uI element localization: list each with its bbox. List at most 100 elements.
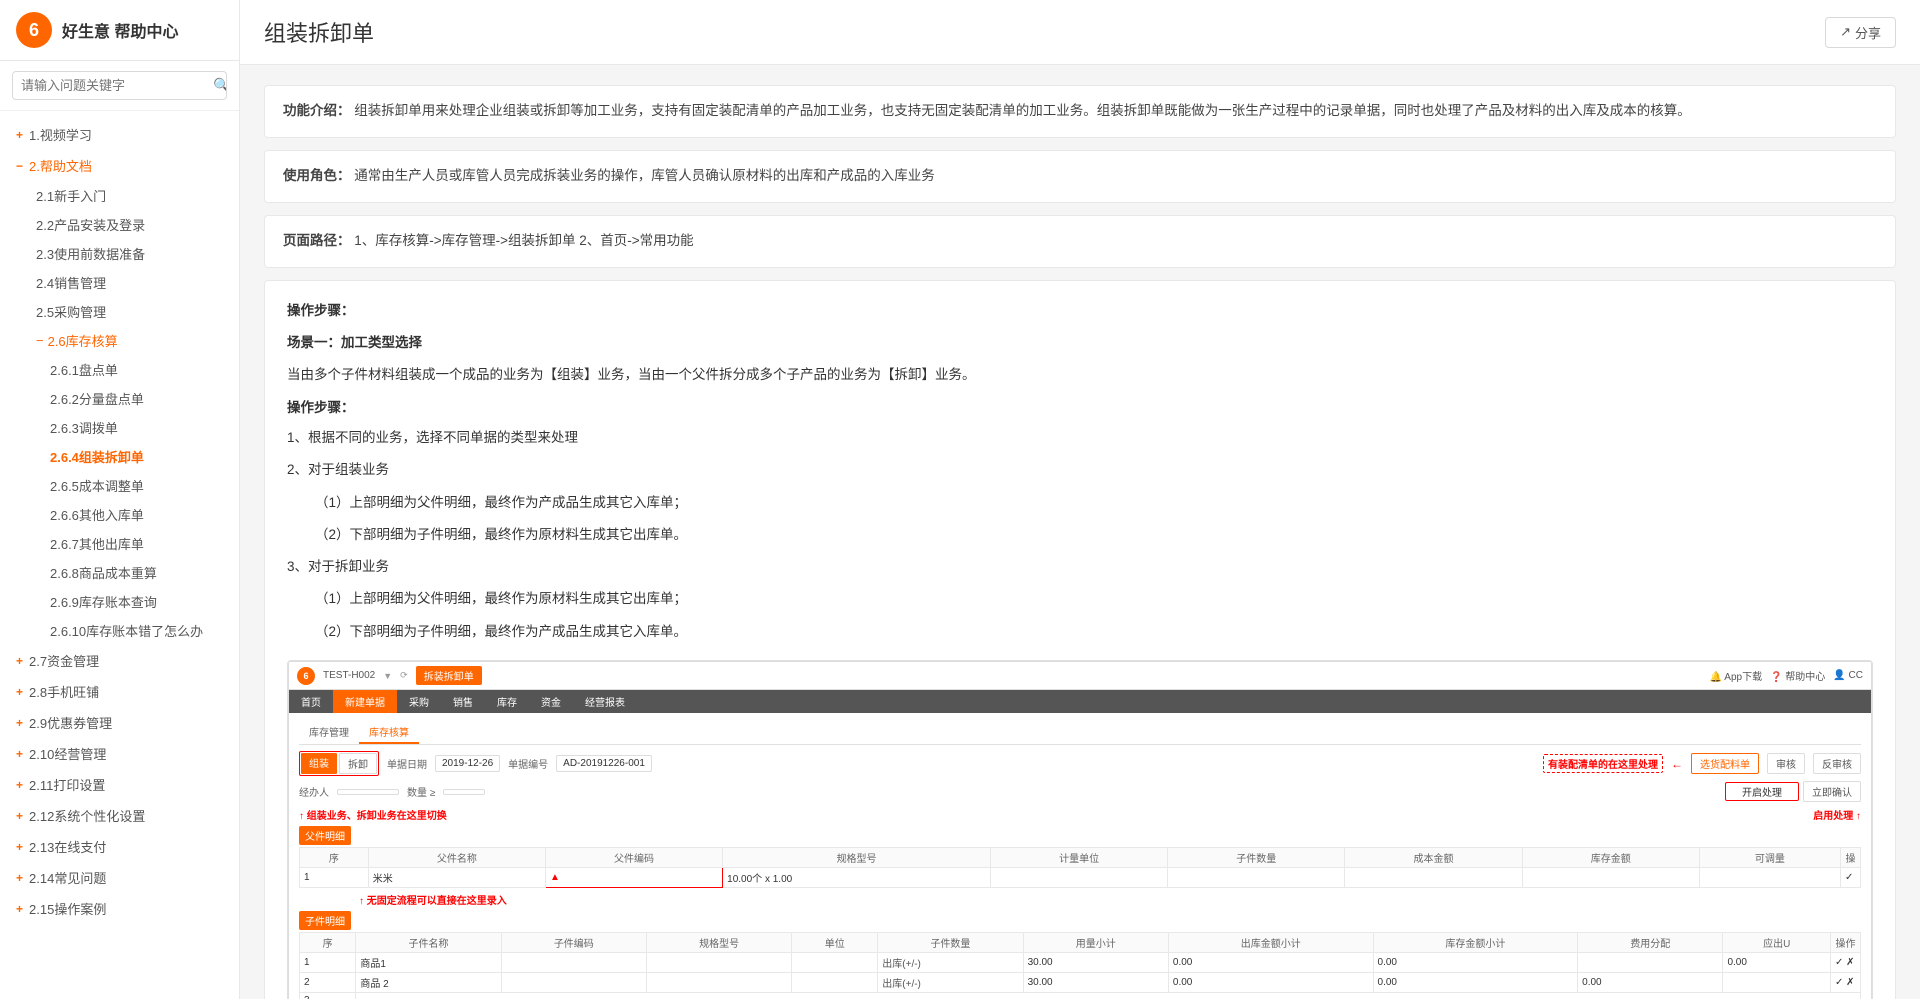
sidebar-item-2-14[interactable]: + 2.14常见问题 [0,862,239,893]
sidebar-item-2-6-9[interactable]: 2.6.9库存账本查询 [0,587,239,616]
screenshot-ch-r1-spec [646,953,791,973]
scene1-desc: 当由多个子件材料组装成一个成品的业务为【组装】业务，当由一个父件拆分成多个子产品… [287,363,1873,387]
brand-name: 好生意 帮助中心 [62,18,178,42]
screenshot-annotation1: 有装配清单的在这里处理 [1543,754,1663,773]
screenshot-form-area: 库存管理 库存核算 组装 拆卸 单据日期 2019-12-26 [289,713,1871,999]
screenshot-ch-r1-al [1578,953,1723,973]
sidebar-item-2-3[interactable]: 2.3使用前数据准备 [0,239,239,268]
screenshot-select-btn: 选货配料单 [1691,753,1759,774]
screenshot-nav-stock: 库存 [485,690,529,713]
screenshot-ch-out-u: 应出U [1723,933,1831,953]
plus-icon: + [16,685,23,699]
step3: 3、对于拆卸业务 [287,555,1873,579]
path-box: 页面路径： 1、库存核算->库存管理->组装拆卸单 2、首页->常用功能 [264,215,1896,268]
screenshot-ch-r1-code [501,953,646,973]
sidebar-item-2-7[interactable]: + 2.7资金管理 [0,645,239,676]
screenshot-th-qty: 子件数量 [1168,848,1345,868]
screenshot-ch-alloc: 费用分配 [1578,933,1723,953]
sidebar-item-2-9[interactable]: + 2.9优惠券管理 [0,707,239,738]
search-input[interactable] [13,73,205,98]
sidebar-item-2-6[interactable]: − 2.6库存核算 [0,326,239,355]
sidebar-item-2-8[interactable]: + 2.8手机旺铺 [0,676,239,707]
sidebar-item-2-6-2[interactable]: 2.6.2分量盘点单 [0,384,239,413]
sidebar-item-2-4[interactable]: 2.4销售管理 [0,268,239,297]
screenshot-row-seq: 1 [300,868,369,888]
screenshot-row-parent-name: 米米 [368,868,545,888]
sidebar-item-2-13[interactable]: + 2.13在线支付 [0,831,239,862]
screenshot-ch-qty: 子件数量 [878,933,1023,953]
screenshot-row-spec: 10.00个 x 1.00 [723,868,991,888]
screenshot-annotation2-text: ↑ 组装业务、拆卸业务在这里切换 [299,807,447,822]
screenshot-th-parent-code: 父件编码 [545,848,722,868]
screenshot-confirm-btn: 立即确认 [1803,781,1861,802]
plus-icon: + [16,778,23,792]
screenshot-th-spec: 规格型号 [723,848,991,868]
step2: 2、对于组装业务 [287,458,1873,482]
nav-tree: + 1.视频学习 − 2.帮助文档 2.1新手入门 2.2产品安装及登录 2.3… [0,111,239,999]
screenshot-tab-accounting: 库存核算 [359,721,419,744]
minus-icon-2-6: − [36,333,44,348]
sidebar-item-2-2[interactable]: 2.2产品安装及登录 [0,210,239,239]
sidebar-item-docs[interactable]: − 2.帮助文档 [0,150,239,181]
sidebar-header: 6 好生意 帮助中心 [0,0,239,61]
screenshot-ch-r2-st: 30.00 [1023,973,1168,993]
screenshot-qty [443,789,485,795]
sidebar-item-2-10[interactable]: + 2.10经营管理 [0,738,239,769]
sidebar-item-2-15[interactable]: + 2.15操作案例 [0,893,239,924]
screenshot-nav-report: 经营报表 [573,690,637,713]
screenshot-type-selector: 组装 拆卸 [299,751,379,776]
content-body: 操作步骤： 场景一：加工类型选择 当由多个子件材料组装成一个成品的业务为【组装】… [264,280,1896,999]
screenshot-ch-r3-seq: 3 [300,993,356,999]
screenshot-nav-finance: 资金 [529,690,573,713]
screenshot-ch-r2-spec [646,973,791,993]
sidebar-item-2-6-6[interactable]: 2.6.6其他入库单 [0,500,239,529]
sidebar-item-2-6-7[interactable]: 2.6.7其他出库单 [0,529,239,558]
sidebar-item-2-6-3[interactable]: 2.6.3调拨单 [0,413,239,442]
search-button[interactable]: 🔍 [205,72,227,99]
sidebar-item-videos[interactable]: + 1.视频学习 [0,119,239,150]
screenshot-th-cost: 成本金额 [1345,848,1522,868]
share-button[interactable]: ↗ 分享 [1825,17,1896,48]
screenshot-ch-r1-seq: 1 [300,953,356,973]
plus-icon: + [16,654,23,668]
sidebar-item-2-1[interactable]: 2.1新手入门 [0,181,239,210]
screenshot-ch-r3-empty [356,993,1861,999]
function-intro-label: 功能介绍： [283,103,351,118]
screenshot-ch-name: 子件名称 [356,933,501,953]
collapse-icon: − [16,159,23,173]
screenshot-ch-spec: 规格型号 [646,933,791,953]
screenshot-row-parent-code: ▲ [545,868,722,888]
screenshot-parent-table: 序 父件名称 父件编码 规格型号 计量单位 子件数量 成本金额 库存金额 可调量 [299,847,1861,888]
sidebar-item-2-11[interactable]: + 2.11打印设置 [0,769,239,800]
sidebar-item-2-6-4[interactable]: 2.6.4组装拆卸单 [0,442,239,471]
screenshot-row-op: ✓ [1841,868,1861,888]
screenshot-row-unit [990,868,1167,888]
screenshot-row-cost [1345,868,1522,888]
screenshot-nav-app: 🔔 App下载 [1710,668,1762,683]
main-header: 组装拆卸单 ↗ 分享 [240,0,1920,65]
screenshot-ch-r2-oa: 0.00 [1168,973,1373,993]
screenshot-th-op: 操 [1841,848,1861,868]
sidebar-item-2-6-1[interactable]: 2.6.1盘点单 [0,355,239,384]
sidebar-item-2-6-8[interactable]: 2.6.8商品成本重算 [0,558,239,587]
sidebar-item-2-5[interactable]: 2.5采购管理 [0,297,239,326]
sidebar-item-2-12[interactable]: + 2.12系统个性化设置 [0,800,239,831]
sidebar-item-2-6-5[interactable]: 2.6.5成本调整单 [0,471,239,500]
screenshot-ch-op: 操作 [1831,933,1861,953]
plus-icon: + [16,716,23,730]
function-intro-box: 功能介绍： 组装拆卸单用来处理企业组装或拆卸等加工业务，支持有固定装配清单的产品… [264,85,1896,138]
step3-2: （2）下部明细为子件明细，最终作为产成品生成其它入库单。 [287,620,1873,644]
screenshot-number-value: AD-20191226-001 [556,755,652,772]
plus-icon: + [16,809,23,823]
screenshot-ch-r1-qty: 出库(+/-) [878,953,1023,973]
sidebar-item-2-6-10[interactable]: 2.6.10库存账本错了怎么办 [0,616,239,645]
screenshot-reverse-btn: 反审核 [1813,753,1861,774]
screenshot-th-unit: 计量单位 [990,848,1167,868]
screenshot-new-btn: 拆装拆卸单 [416,666,482,685]
screenshot-ch-r2-al: 0.00 [1578,973,1723,993]
screenshot-ch-r2-qty: 出库(+/-) [878,973,1023,993]
search-wrap: 🔍 [12,71,227,100]
share-icon: ↗ [1840,24,1851,40]
screenshot-ch-stock-amt: 库存金额小计 [1373,933,1578,953]
screenshot-ch-r1-op: ✓ ✗ [1831,953,1861,973]
